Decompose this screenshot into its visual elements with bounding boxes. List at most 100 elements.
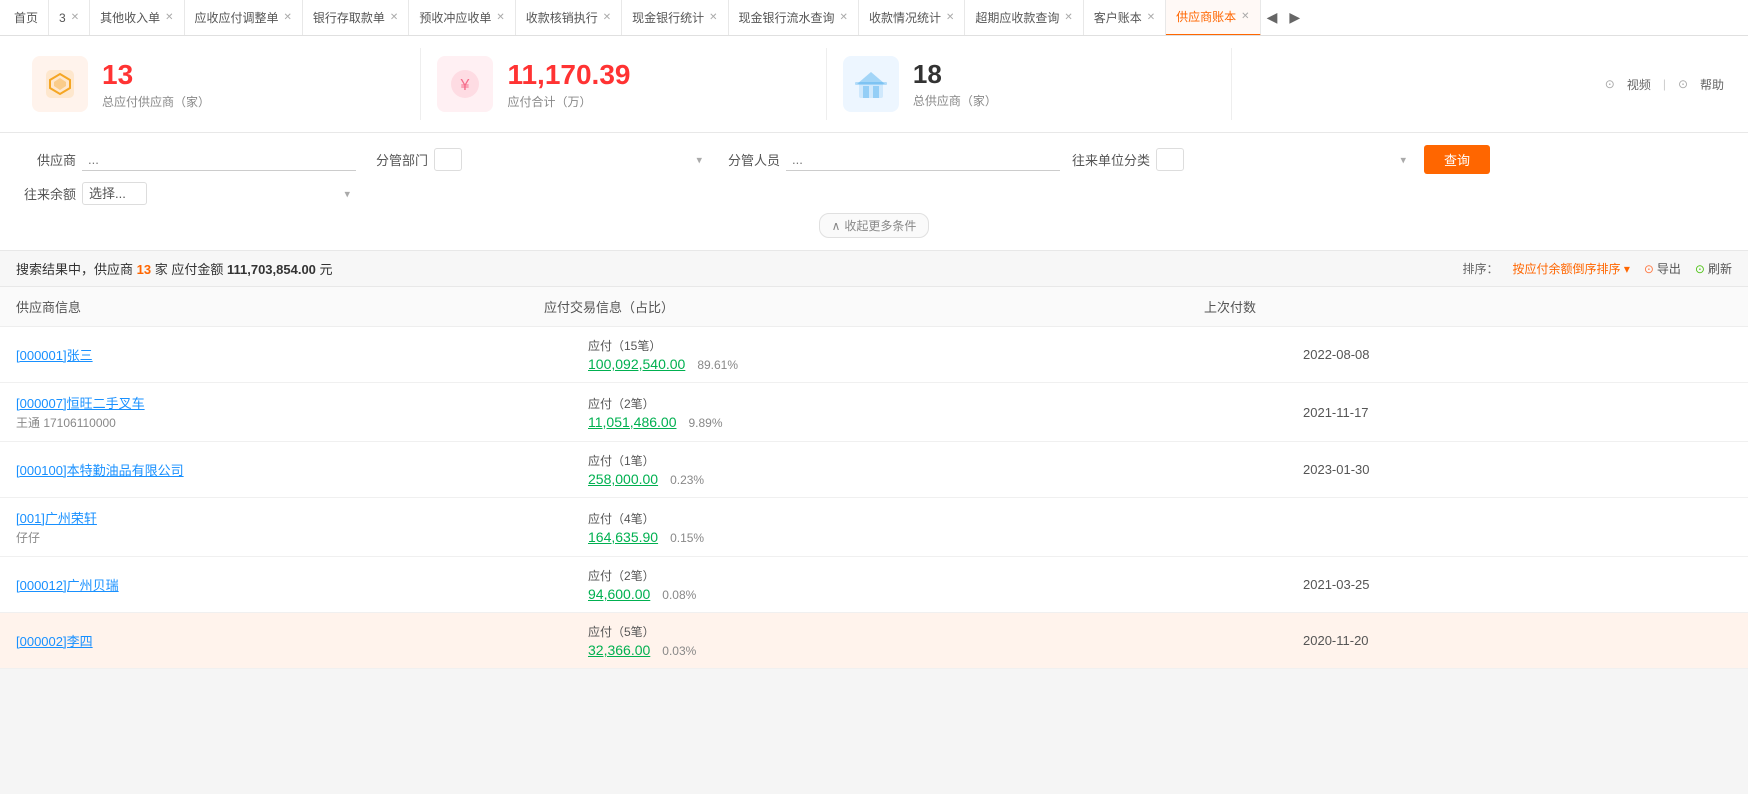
balance-select-wrapper: 选择... (82, 182, 356, 205)
close-icon[interactable]: ✕ (390, 12, 398, 23)
supplier-link-6[interactable]: [000002]李四 (16, 631, 588, 650)
filter-person: 分管人员 (720, 149, 1060, 171)
close-icon[interactable]: ✕ (165, 12, 173, 23)
circle-icon2: ⊙ (1678, 77, 1688, 91)
dept-select[interactable] (434, 148, 462, 171)
summary-area: 13 总应付供应商（家） ¥ 11,170.39 应付合计（万） (0, 36, 1748, 133)
table-row[interactable]: [000007]恒旺二手叉车 王通 17106110000 应付（2笔） 11,… (0, 383, 1748, 442)
trans-row-2: 11,051,486.00 9.89% (588, 414, 1303, 430)
nav-tab-receipt-exec[interactable]: 收款核销执行 ✕ (516, 0, 622, 36)
supplier-input[interactable] (82, 149, 356, 171)
trans-label-3: 应付（1笔） (588, 452, 1303, 469)
video-link[interactable]: 视频 (1627, 76, 1651, 93)
transaction-cell-4: 应付（4笔） 164,635.90 0.15% (588, 510, 1303, 545)
trans-amount-3[interactable]: 258,000.00 (588, 471, 658, 487)
person-input[interactable] (786, 149, 1060, 171)
top-right-links: ⊙ 视频 | ⊙ 帮助 (1605, 48, 1732, 120)
nav-tab-other-income[interactable]: 其他收入单 ✕ (90, 0, 184, 36)
summary-info-suppliers: 13 总应付供应商（家） (102, 58, 210, 111)
nav-tab-cash-bank-flow[interactable]: 现金银行流水查询 ✕ (729, 0, 859, 36)
transaction-cell-3: 应付（1笔） 258,000.00 0.23% (588, 452, 1303, 487)
nav-tab-advance-ar[interactable]: 预收冲应收单 ✕ (409, 0, 515, 36)
supplier-cell-1: [000001]张三 (16, 345, 588, 364)
total-supplier-label: 总供应商（家） (913, 92, 997, 109)
export-button[interactable]: ⊙ 导出 (1644, 260, 1681, 277)
supplier-cell-6: [000002]李四 (16, 631, 588, 650)
supplier-link-2[interactable]: [000007]恒旺二手叉车 (16, 393, 588, 412)
amount-label: 应付合计（万） (507, 93, 630, 110)
close-icon[interactable]: ✕ (709, 12, 717, 23)
balance-select[interactable]: 选择... (82, 182, 147, 205)
close-icon[interactable]: ✕ (1241, 11, 1249, 22)
table-row[interactable]: [000012]广州贝瑞 应付（2笔） 94,600.00 0.08% 2021… (0, 557, 1748, 613)
table-row[interactable]: [000100]本特勤油品有限公司 应付（1笔） 258,000.00 0.23… (0, 442, 1748, 498)
trans-amount-4[interactable]: 164,635.90 (588, 529, 658, 545)
header-transaction: 应付交易信息（占比） (544, 297, 1204, 316)
supplier-cell-4: [001]广州荣轩 仔仔 (16, 508, 588, 546)
table-row[interactable]: [001]广州荣轩 仔仔 应付（4笔） 164,635.90 0.15% (0, 498, 1748, 557)
supplier-count-label: 总应付供应商（家） (102, 93, 210, 110)
refresh-icon: ⊙ (1695, 262, 1705, 276)
nav-prev-arrow[interactable]: ◀ (1261, 0, 1284, 36)
close-icon[interactable]: ✕ (946, 12, 954, 23)
nav-tab-cash-bank-stat[interactable]: 现金银行统计 ✕ (622, 0, 728, 36)
transaction-cell-6: 应付（5笔） 32,366.00 0.03% (588, 623, 1303, 658)
close-icon[interactable]: ✕ (603, 12, 611, 23)
close-icon[interactable]: ✕ (1064, 12, 1072, 23)
lastpay-cell-1: 2022-08-08 (1303, 347, 1732, 362)
sort-arrow-icon: ▾ (1624, 262, 1630, 276)
results-bar: 搜索结果中，供应商 13 家 应付金额 111,703,854.00 元 排序：… (0, 251, 1748, 287)
help-link[interactable]: 帮助 (1700, 76, 1724, 93)
trans-row-5: 94,600.00 0.08% (588, 586, 1303, 602)
nav-tab-overdue-ar[interactable]: 超期应收款查询 ✕ (965, 0, 1083, 36)
supplier-link-5[interactable]: [000012]广州贝瑞 (16, 575, 588, 594)
category-select[interactable] (1156, 148, 1184, 171)
nav-tab-3[interactable]: 3 ✕ (49, 0, 90, 36)
category-filter-label: 往来单位分类 (1072, 150, 1150, 169)
filter-row-2: 往来余额 选择... (16, 182, 1732, 205)
supplier-cell-5: [000012]广州贝瑞 (16, 575, 588, 594)
trans-amount-2[interactable]: 11,051,486.00 (588, 414, 677, 430)
table-row[interactable]: [000002]李四 应付（5笔） 32,366.00 0.03% 2020-1… (0, 613, 1748, 669)
store-icon (843, 56, 899, 112)
trans-label-5: 应付（2笔） (588, 567, 1303, 584)
table-row[interactable]: [000001]张三 应付（15笔） 100,092,540.00 89.61%… (0, 327, 1748, 383)
trans-percent-4: 0.15% (670, 531, 704, 545)
close-icon[interactable]: ✕ (840, 12, 848, 23)
nav-tab-home[interactable]: 首页 (4, 0, 49, 36)
total-supplier-number: 18 (913, 59, 997, 90)
supplier-link-1[interactable]: [000001]张三 (16, 345, 588, 364)
summary-card-suppliers: 13 总应付供应商（家） (16, 48, 421, 120)
close-icon[interactable]: ✕ (284, 12, 292, 23)
nav-tab-receipt-stat[interactable]: 收款情况统计 ✕ (859, 0, 965, 36)
results-info-mid: 家 应付金额 (155, 262, 224, 277)
results-supplier-count: 13 (137, 262, 151, 277)
header-supplier: 供应商信息 (16, 297, 544, 316)
chevron-up-icon: ∧ (832, 219, 841, 233)
collapse-button[interactable]: ∧ 收起更多条件 (819, 213, 930, 238)
filter-balance: 往来余额 选择... (16, 182, 356, 205)
close-icon[interactable]: ✕ (496, 12, 504, 23)
supplier-link-3[interactable]: [000100]本特勤油品有限公司 (16, 460, 588, 479)
nav-tab-ar-ap-adjust[interactable]: 应收应付调整单 ✕ (185, 0, 303, 36)
trans-amount-6[interactable]: 32,366.00 (588, 642, 650, 658)
person-filter-label: 分管人员 (720, 150, 780, 169)
supplier-link-4[interactable]: [001]广州荣轩 (16, 508, 588, 527)
refresh-button[interactable]: ⊙ 刷新 (1695, 260, 1732, 277)
sort-label: 排序： (1462, 260, 1498, 277)
close-icon[interactable]: ✕ (71, 12, 79, 23)
sort-selector[interactable]: 按应付余额倒序排序 ▾ (1512, 260, 1629, 277)
trans-amount-1[interactable]: 100,092,540.00 (588, 356, 685, 372)
collapse-bar: ∧ 收起更多条件 (16, 213, 1732, 238)
query-button[interactable]: 查询 (1424, 145, 1490, 174)
close-icon[interactable]: ✕ (1147, 12, 1155, 23)
summary-info-amount: 11,170.39 应付合计（万） (507, 58, 630, 111)
nav-next-arrow[interactable]: ▶ (1283, 0, 1306, 36)
nav-tab-customer-book[interactable]: 客户账本 ✕ (1084, 0, 1166, 36)
nav-tab-bank-deposit[interactable]: 银行存取款单 ✕ (303, 0, 409, 36)
nav-tab-supplier-book[interactable]: 供应商账本 ✕ (1166, 0, 1260, 36)
results-actions: 排序： 按应付余额倒序排序 ▾ ⊙ 导出 ⊙ 刷新 (1462, 260, 1732, 277)
trans-amount-5[interactable]: 94,600.00 (588, 586, 650, 602)
lastpay-cell-5: 2021-03-25 (1303, 577, 1732, 592)
collapse-label: 收起更多条件 (844, 217, 916, 234)
